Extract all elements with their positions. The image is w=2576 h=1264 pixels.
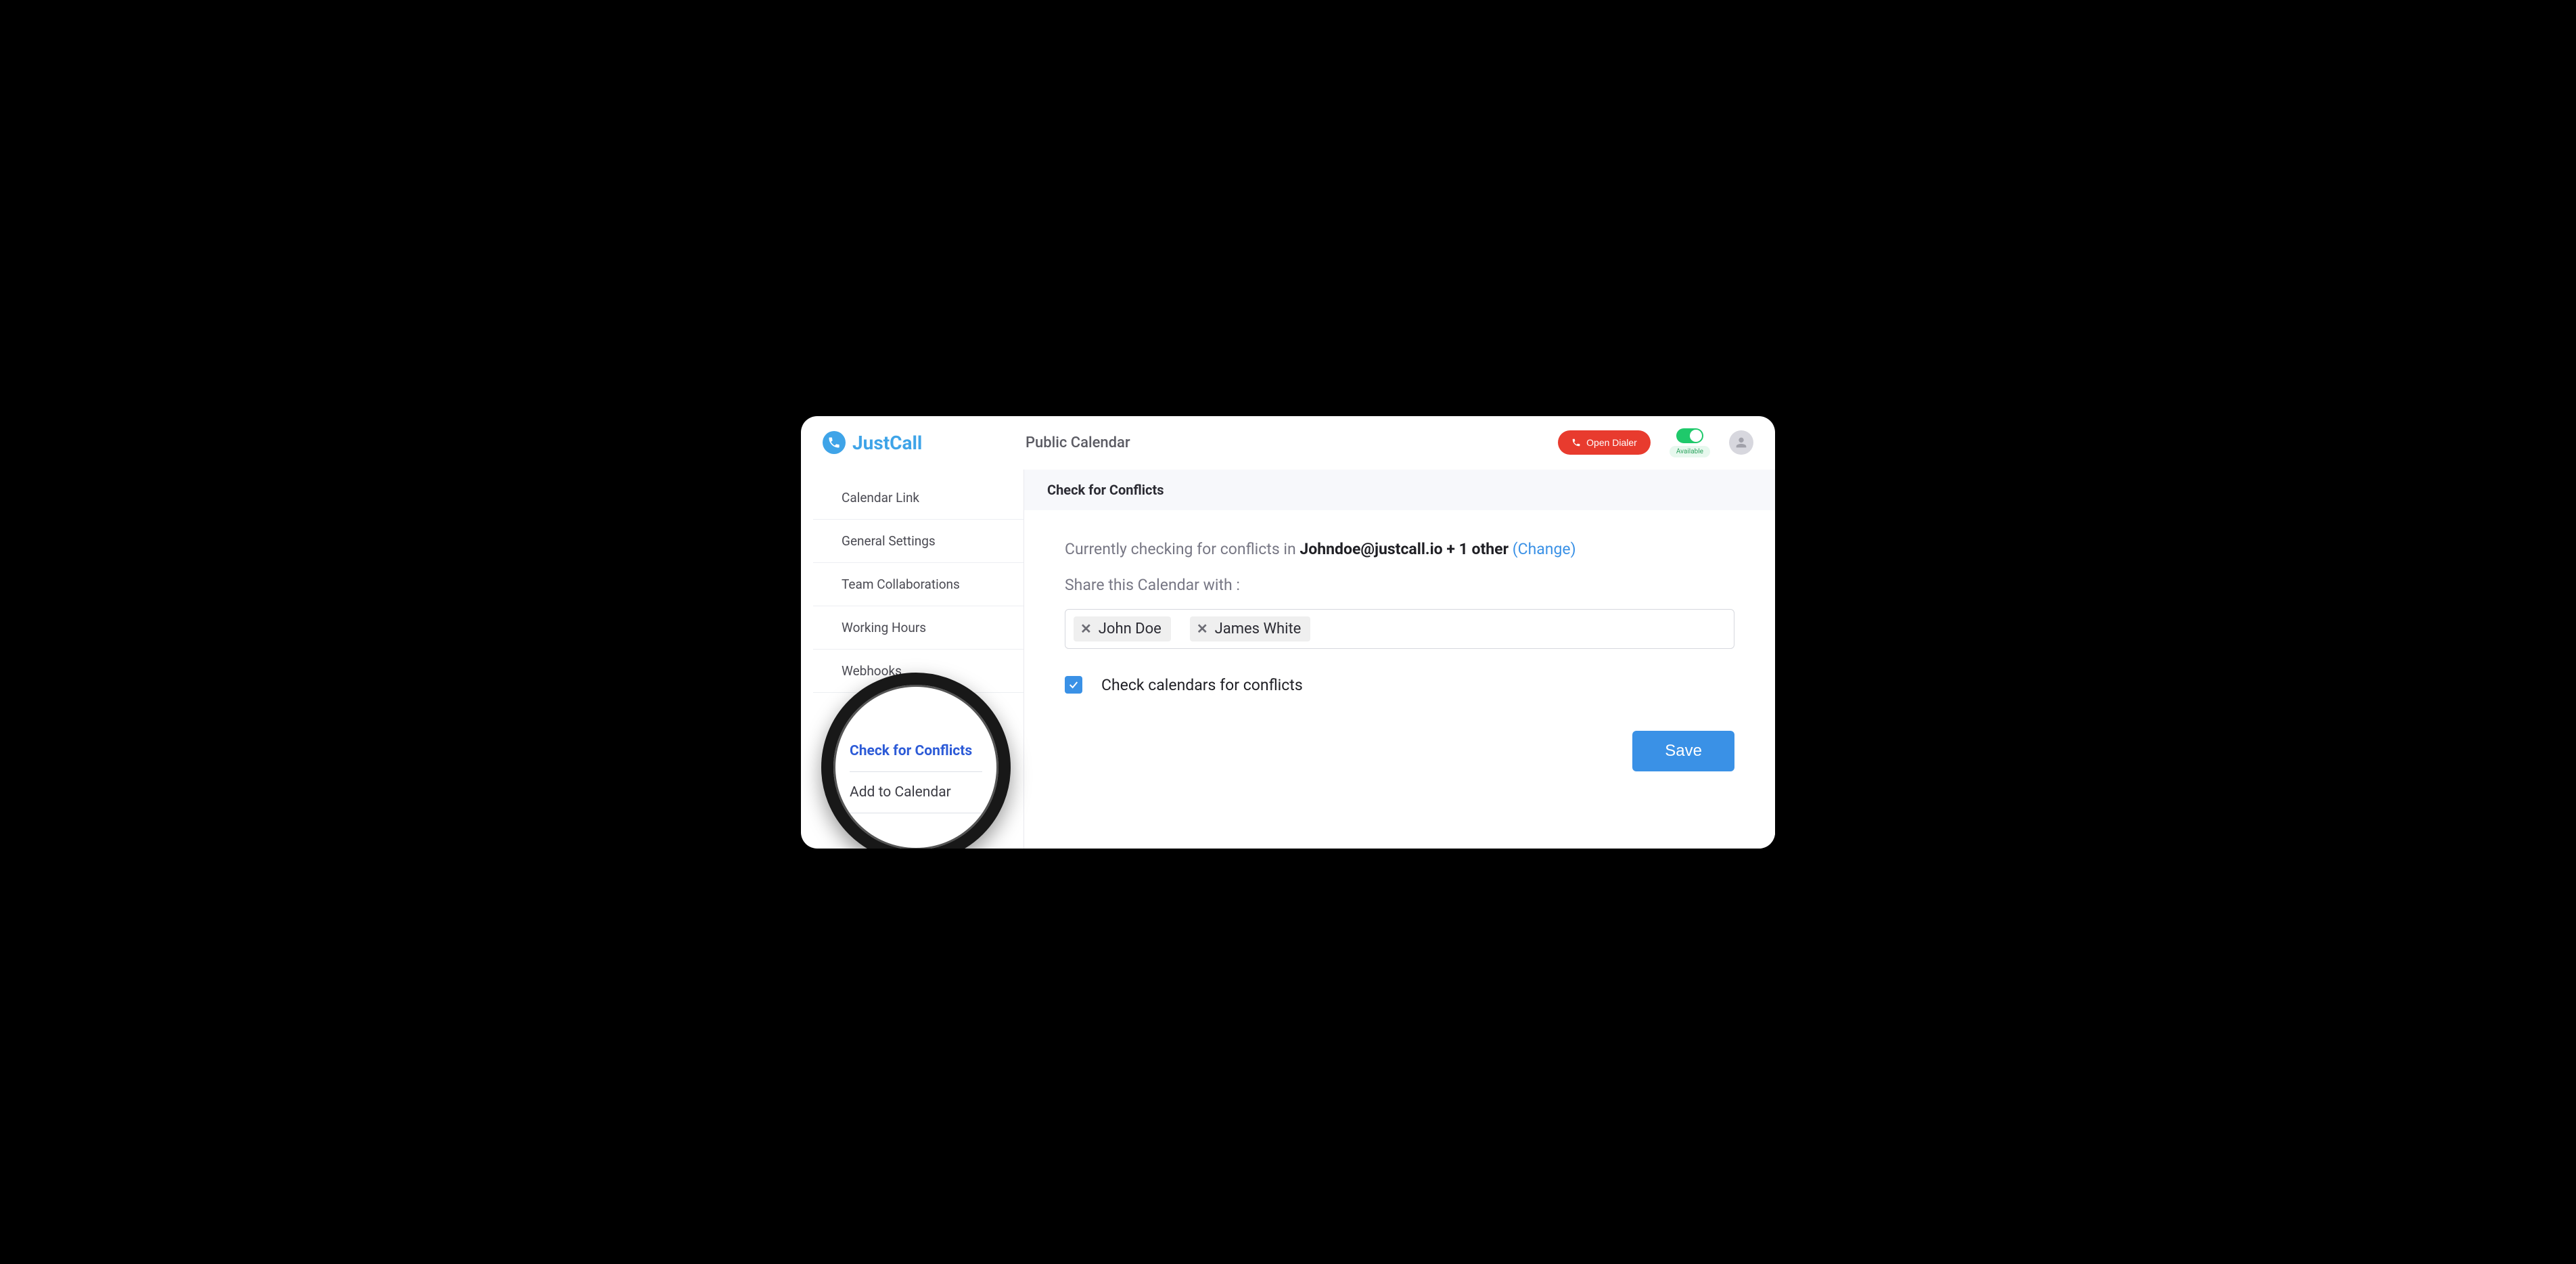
save-row: Save <box>1065 731 1734 771</box>
header-right: Open Dialer Available <box>1558 428 1753 457</box>
chip-john-doe: ✕ John Doe <box>1074 616 1171 641</box>
check-conflicts-row: Check calendars for conflicts <box>1065 676 1734 694</box>
sidebar-item-spacer2 <box>813 738 1024 765</box>
sidebar-item-spacer <box>813 693 1024 738</box>
chip-label: John Doe <box>1099 620 1162 637</box>
save-button[interactable]: Save <box>1632 731 1734 771</box>
open-dialer-label: Open Dialer <box>1586 437 1637 448</box>
brand: JustCall <box>823 431 1026 454</box>
brand-name: JustCall <box>852 432 922 454</box>
sidebar-item-calendar-link[interactable]: Calendar Link <box>813 476 1024 520</box>
availability: Available <box>1670 428 1710 457</box>
check-conflicts-label: Check calendars for conflicts <box>1101 676 1303 694</box>
app-body: Calendar Link General Settings Team Coll… <box>801 470 1775 849</box>
share-input[interactable]: ✕ John Doe ✕ James White <box>1065 609 1734 649</box>
sidebar-item-webhooks[interactable]: Webhooks <box>813 650 1024 693</box>
sidebar-item-general-settings[interactable]: General Settings <box>813 520 1024 563</box>
availability-badge: Available <box>1670 446 1710 457</box>
remove-chip-icon[interactable]: ✕ <box>1197 622 1208 635</box>
user-avatar[interactable] <box>1729 430 1753 455</box>
open-dialer-button[interactable]: Open Dialer <box>1558 430 1651 455</box>
conflict-status: Currently checking for conflicts in John… <box>1065 540 1734 558</box>
conflict-prefix: Currently checking for conflicts in <box>1065 540 1300 558</box>
section-title: Check for Conflicts <box>1024 470 1775 510</box>
change-link[interactable]: (Change) <box>1513 540 1576 558</box>
app-window: JustCall Public Calendar Open Dialer Ava… <box>801 416 1775 849</box>
chip-james-white: ✕ James White <box>1190 616 1311 641</box>
sidebar-item-working-hours[interactable]: Working Hours <box>813 606 1024 650</box>
check-icon <box>1068 679 1079 690</box>
remove-chip-icon[interactable]: ✕ <box>1080 622 1092 635</box>
page-title: Public Calendar <box>1026 434 1130 451</box>
share-label: Share this Calendar with : <box>1065 576 1734 594</box>
chip-label: James White <box>1215 620 1302 637</box>
main: Check for Conflicts Currently checking f… <box>1024 470 1775 849</box>
check-conflicts-checkbox[interactable] <box>1065 676 1082 694</box>
user-icon <box>1734 435 1749 450</box>
sidebar: Calendar Link General Settings Team Coll… <box>801 470 1024 849</box>
sidebar-item-team-collaborations[interactable]: Team Collaborations <box>813 563 1024 606</box>
phone-icon <box>1571 438 1581 447</box>
availability-toggle[interactable] <box>1676 428 1703 443</box>
brand-phone-icon <box>823 431 846 454</box>
panel: Currently checking for conflicts in John… <box>1024 510 1775 849</box>
conflict-target: Johndoe@justcall.io + 1 other <box>1300 540 1509 558</box>
app-header: JustCall Public Calendar Open Dialer Ava… <box>801 416 1775 470</box>
